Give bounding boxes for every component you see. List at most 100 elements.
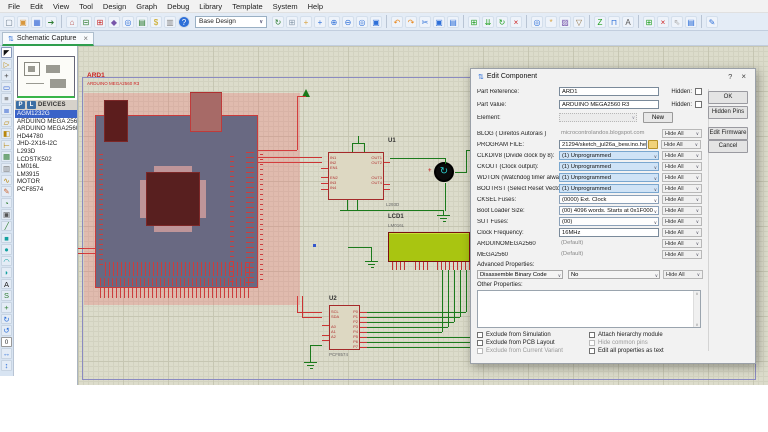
- browse-file-icon[interactable]: [648, 140, 658, 149]
- redraw-display-icon[interactable]: ↻: [272, 15, 284, 28]
- ok-button[interactable]: OK: [708, 91, 748, 104]
- make-device-icon[interactable]: *: [545, 15, 557, 28]
- property-assignment-icon[interactable]: A: [622, 15, 634, 28]
- help-icon[interactable]: ?: [178, 15, 190, 28]
- device-list-item[interactable]: LCDSTK502: [15, 156, 77, 164]
- electrical-rule-check-icon[interactable]: ✎: [706, 15, 718, 28]
- hide-common-pins-checkbox[interactable]: Hide common pins: [589, 339, 664, 347]
- device-list-item[interactable]: PCF8574: [15, 186, 77, 194]
- attach-hierarchy-module-checkbox[interactable]: Attach hierarchy module: [589, 331, 664, 339]
- sut-select[interactable]: (00): [559, 217, 659, 226]
- dialog-help-icon[interactable]: ?: [721, 72, 739, 81]
- edit-all-properties-as-text-checkbox[interactable]: Edit all properties as text: [589, 347, 664, 355]
- voltage-probe-mode-icon[interactable]: ✎: [1, 186, 12, 197]
- device-list-item[interactable]: MOTOR: [15, 178, 77, 186]
- menu-item[interactable]: System: [268, 0, 303, 13]
- rotate-clockwise-icon[interactable]: ↻: [1, 313, 12, 325]
- symbol-2d-icon[interactable]: S: [1, 290, 12, 301]
- graph-mode-icon[interactable]: ▦: [1, 151, 12, 162]
- dialog-title-bar[interactable]: ⇅ Edit Component ? ×: [471, 69, 755, 84]
- search-and-tag-icon[interactable]: ⊓: [608, 15, 620, 28]
- mega2560-field[interactable]: (Default): [559, 250, 659, 259]
- hide-all-select[interactable]: Hide All ∨: [662, 239, 702, 248]
- block-rotate-icon[interactable]: ↻: [496, 15, 508, 28]
- cut-icon[interactable]: ✂: [419, 15, 431, 28]
- part-value-input[interactable]: ARDUINO MEGA2560 R3: [559, 100, 659, 109]
- advanced-property-value-select[interactable]: No: [568, 270, 660, 279]
- redo-icon[interactable]: ↷: [405, 15, 417, 28]
- tape-recorder-mode-icon[interactable]: ▥: [1, 162, 12, 174]
- virtual-instruments-mode-icon[interactable]: ▣: [1, 209, 12, 220]
- bootloader-size-select[interactable]: (00) 4096 words. Starts at 0x1F000: [559, 206, 659, 215]
- other-properties-textarea[interactable]: ∧ ∨: [477, 290, 701, 328]
- new-element-button[interactable]: New: [643, 112, 673, 123]
- edit-firmware-button[interactable]: Edit Firmware: [708, 127, 748, 140]
- hidden-pins-button[interactable]: Hidden Pins: [708, 106, 748, 119]
- wire-label-mode-icon[interactable]: ▭: [1, 81, 12, 93]
- hide-all-select[interactable]: Hide All ∨: [662, 206, 702, 215]
- hide-all-select[interactable]: Hide All ∨: [662, 162, 702, 171]
- rotate-anticlockwise-icon[interactable]: ↺: [1, 325, 12, 336]
- hide-all-select[interactable]: Hide All ∨: [662, 173, 702, 182]
- dc-motor-component[interactable]: ↻: [434, 162, 454, 182]
- text-2d-icon[interactable]: A: [1, 278, 12, 290]
- import-section-icon[interactable]: ➔: [45, 15, 57, 28]
- advanced-property-select[interactable]: Disassemble Binary Code: [477, 270, 563, 279]
- undo-icon[interactable]: ↶: [391, 15, 403, 28]
- blog-field[interactable]: microcontrolandos.blogspot.com: [559, 129, 659, 138]
- menu-item[interactable]: Edit: [25, 0, 48, 13]
- wire-autorouter-icon[interactable]: Z: [594, 15, 606, 28]
- zoom-in-icon[interactable]: ⊕: [328, 15, 340, 28]
- bootrst-select[interactable]: (1) Unprogrammed: [559, 184, 659, 193]
- lcd-component[interactable]: [388, 232, 470, 262]
- device-list-item[interactable]: AGM1232G: [15, 110, 77, 118]
- part-reference-input[interactable]: ARD1: [559, 87, 659, 96]
- zoom-out-icon[interactable]: ⊖: [342, 15, 354, 28]
- schematic-capture-icon[interactable]: ⊟: [80, 15, 92, 28]
- zoom-all-icon[interactable]: ◎: [356, 15, 368, 28]
- tab-schematic-capture[interactable]: ⇅ Schematic Capture ×: [2, 32, 95, 46]
- exclude-from-current-variant-checkbox[interactable]: Exclude from Current Variant: [477, 347, 589, 355]
- menu-item[interactable]: Template: [227, 0, 267, 13]
- device-list-item[interactable]: LM3915: [15, 171, 77, 179]
- box-2d-icon[interactable]: ■: [1, 232, 12, 243]
- design-explorer-icon[interactable]: ▤: [136, 15, 148, 28]
- power-terminal-icon[interactable]: [302, 89, 310, 97]
- remove-sheet-icon[interactable]: ×: [657, 15, 669, 28]
- line-2d-icon[interactable]: ╱: [1, 220, 12, 232]
- ckout-select[interactable]: (1) Unprogrammed: [559, 162, 659, 171]
- hide-all-select[interactable]: Hide All ∨: [662, 217, 702, 226]
- zoom-to-area-icon[interactable]: ▣: [370, 15, 382, 28]
- pick-parts-icon[interactable]: ◎: [531, 15, 543, 28]
- close-tab-icon[interactable]: ×: [83, 34, 88, 43]
- element-select[interactable]: [559, 113, 637, 122]
- block-copy-icon[interactable]: ⊞: [468, 15, 480, 28]
- menu-item[interactable]: Help: [303, 0, 328, 13]
- hide-all-select[interactable]: Hide All ∨: [662, 195, 702, 204]
- new-root-sheet-icon[interactable]: ⊞: [643, 15, 655, 28]
- component-mode-icon[interactable]: ▷: [1, 58, 12, 70]
- generator-mode-icon[interactable]: ∿: [1, 174, 12, 186]
- design-selector-dropdown[interactable]: Base Design ∨: [195, 15, 267, 28]
- device-list-item[interactable]: ARDUINO MEGA 2560: [15, 118, 77, 126]
- arc-2d-icon[interactable]: ◠: [1, 255, 12, 267]
- hide-all-select[interactable]: Hide All ∨: [662, 151, 702, 160]
- menu-item[interactable]: Design: [98, 0, 131, 13]
- library-manager-button[interactable]: L: [27, 101, 36, 109]
- program-file-field[interactable]: 21294/sketch_jul26a_bew.ino.hex": [559, 140, 647, 149]
- junction-dot-mode-icon[interactable]: +: [1, 70, 12, 81]
- menu-item[interactable]: Graph: [131, 0, 162, 13]
- device-list-item[interactable]: LM016L: [15, 163, 77, 171]
- hide-all-select[interactable]: Hide All ∨: [663, 270, 703, 279]
- false-origin-icon[interactable]: +: [300, 15, 312, 28]
- new-design-icon[interactable]: ▢: [3, 15, 15, 28]
- buses-mode-icon[interactable]: ≣: [1, 104, 12, 116]
- textarea-scrollbar[interactable]: ∧ ∨: [693, 291, 700, 327]
- subcircuit-mode-icon[interactable]: ▱: [1, 116, 12, 128]
- packaging-tool-icon[interactable]: ▨: [559, 15, 571, 28]
- circle-2d-icon[interactable]: ●: [1, 244, 12, 255]
- design-explorer-button-icon[interactable]: ▤: [685, 15, 697, 28]
- hide-all-select[interactable]: Hide All ∨: [662, 184, 702, 193]
- current-probe-mode-icon[interactable]: ◔: [1, 197, 12, 209]
- device-list-item[interactable]: L293D: [15, 148, 77, 156]
